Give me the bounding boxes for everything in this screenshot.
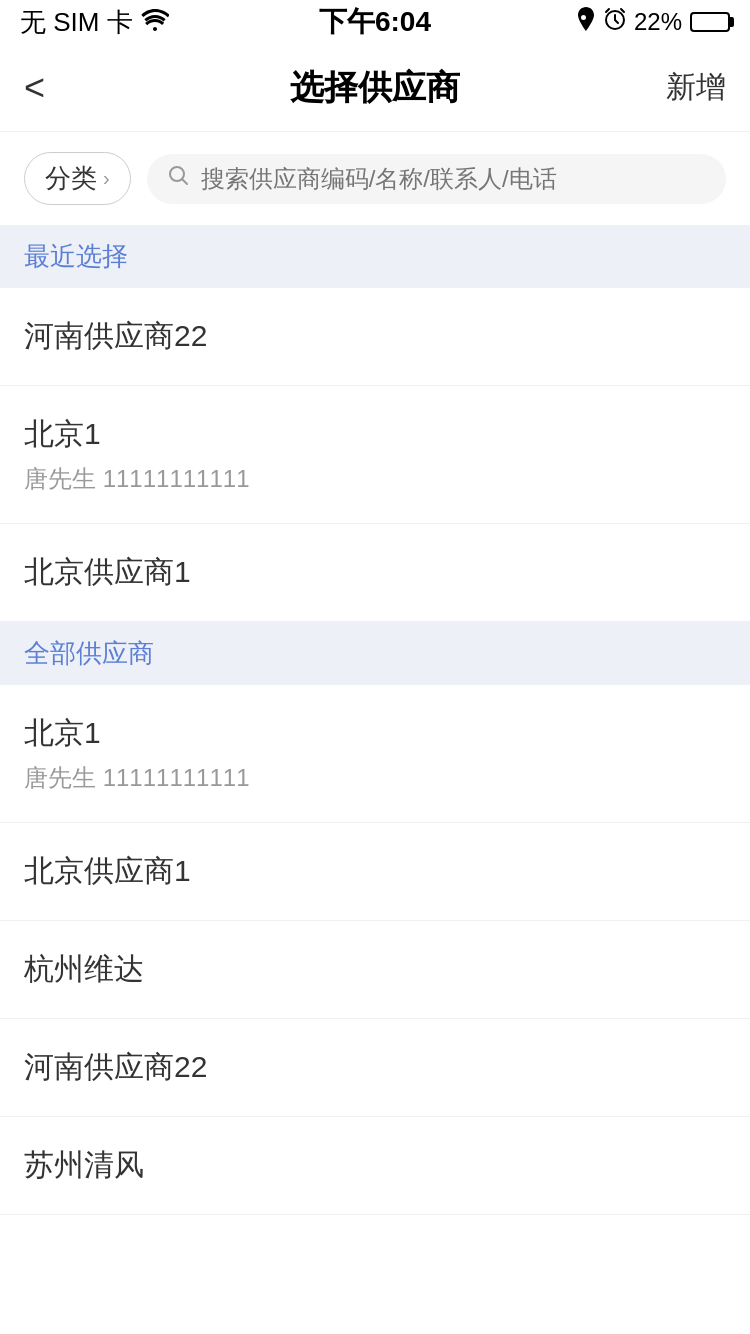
supplier-name: 杭州维达 bbox=[24, 949, 726, 990]
nav-bar: < 选择供应商 新增 bbox=[0, 44, 750, 132]
alarm-icon bbox=[604, 7, 626, 37]
status-bar: 无 SIM 卡 下午6:04 22% bbox=[0, 0, 750, 44]
battery-percentage: 22% bbox=[634, 8, 682, 36]
supplier-name: 北京1 bbox=[24, 713, 726, 754]
status-time: 下午6:04 bbox=[319, 3, 431, 41]
supplier-name: 河南供应商22 bbox=[24, 316, 726, 357]
category-label: 分类 bbox=[45, 161, 97, 196]
back-button[interactable]: < bbox=[24, 67, 84, 109]
list-item[interactable]: 河南供应商22 bbox=[0, 288, 750, 386]
supplier-name: 北京供应商1 bbox=[24, 552, 726, 593]
status-left: 无 SIM 卡 bbox=[20, 5, 169, 40]
list-item[interactable]: 杭州维达 bbox=[0, 921, 750, 1019]
battery-icon bbox=[690, 12, 730, 32]
supplier-name: 苏州清风 bbox=[24, 1145, 726, 1186]
supplier-contact: 唐先生 11111111111 bbox=[24, 762, 726, 794]
status-right: 22% bbox=[576, 7, 730, 37]
list-item[interactable]: 北京1 唐先生 11111111111 bbox=[0, 386, 750, 524]
list-item[interactable]: 北京供应商1 bbox=[0, 823, 750, 921]
supplier-name: 北京供应商1 bbox=[24, 851, 726, 892]
category-filter[interactable]: 分类 › bbox=[24, 152, 131, 205]
supplier-list: 最近选择河南供应商22 北京1 唐先生 11111111111 北京供应商1 全部供应商… bbox=[0, 225, 750, 1215]
add-button[interactable]: 新增 bbox=[666, 67, 726, 108]
search-box[interactable] bbox=[147, 154, 726, 204]
location-icon bbox=[576, 7, 596, 37]
chevron-right-icon: › bbox=[103, 167, 110, 190]
search-input[interactable] bbox=[201, 165, 706, 193]
section-header-all: 全部供应商 bbox=[0, 622, 750, 685]
supplier-name: 北京1 bbox=[24, 414, 726, 455]
list-item[interactable]: 北京供应商1 bbox=[0, 524, 750, 622]
list-item[interactable]: 河南供应商22 bbox=[0, 1019, 750, 1117]
filter-row: 分类 › bbox=[0, 132, 750, 225]
list-item[interactable]: 苏州清风 bbox=[0, 1117, 750, 1215]
no-sim-text: 无 SIM 卡 bbox=[20, 5, 133, 40]
section-header-recent: 最近选择 bbox=[0, 225, 750, 288]
search-icon bbox=[167, 164, 191, 194]
page-title: 选择供应商 bbox=[290, 65, 460, 111]
supplier-contact: 唐先生 11111111111 bbox=[24, 463, 726, 495]
wifi-icon bbox=[141, 7, 169, 38]
supplier-name: 河南供应商22 bbox=[24, 1047, 726, 1088]
list-item[interactable]: 北京1 唐先生 11111111111 bbox=[0, 685, 750, 823]
